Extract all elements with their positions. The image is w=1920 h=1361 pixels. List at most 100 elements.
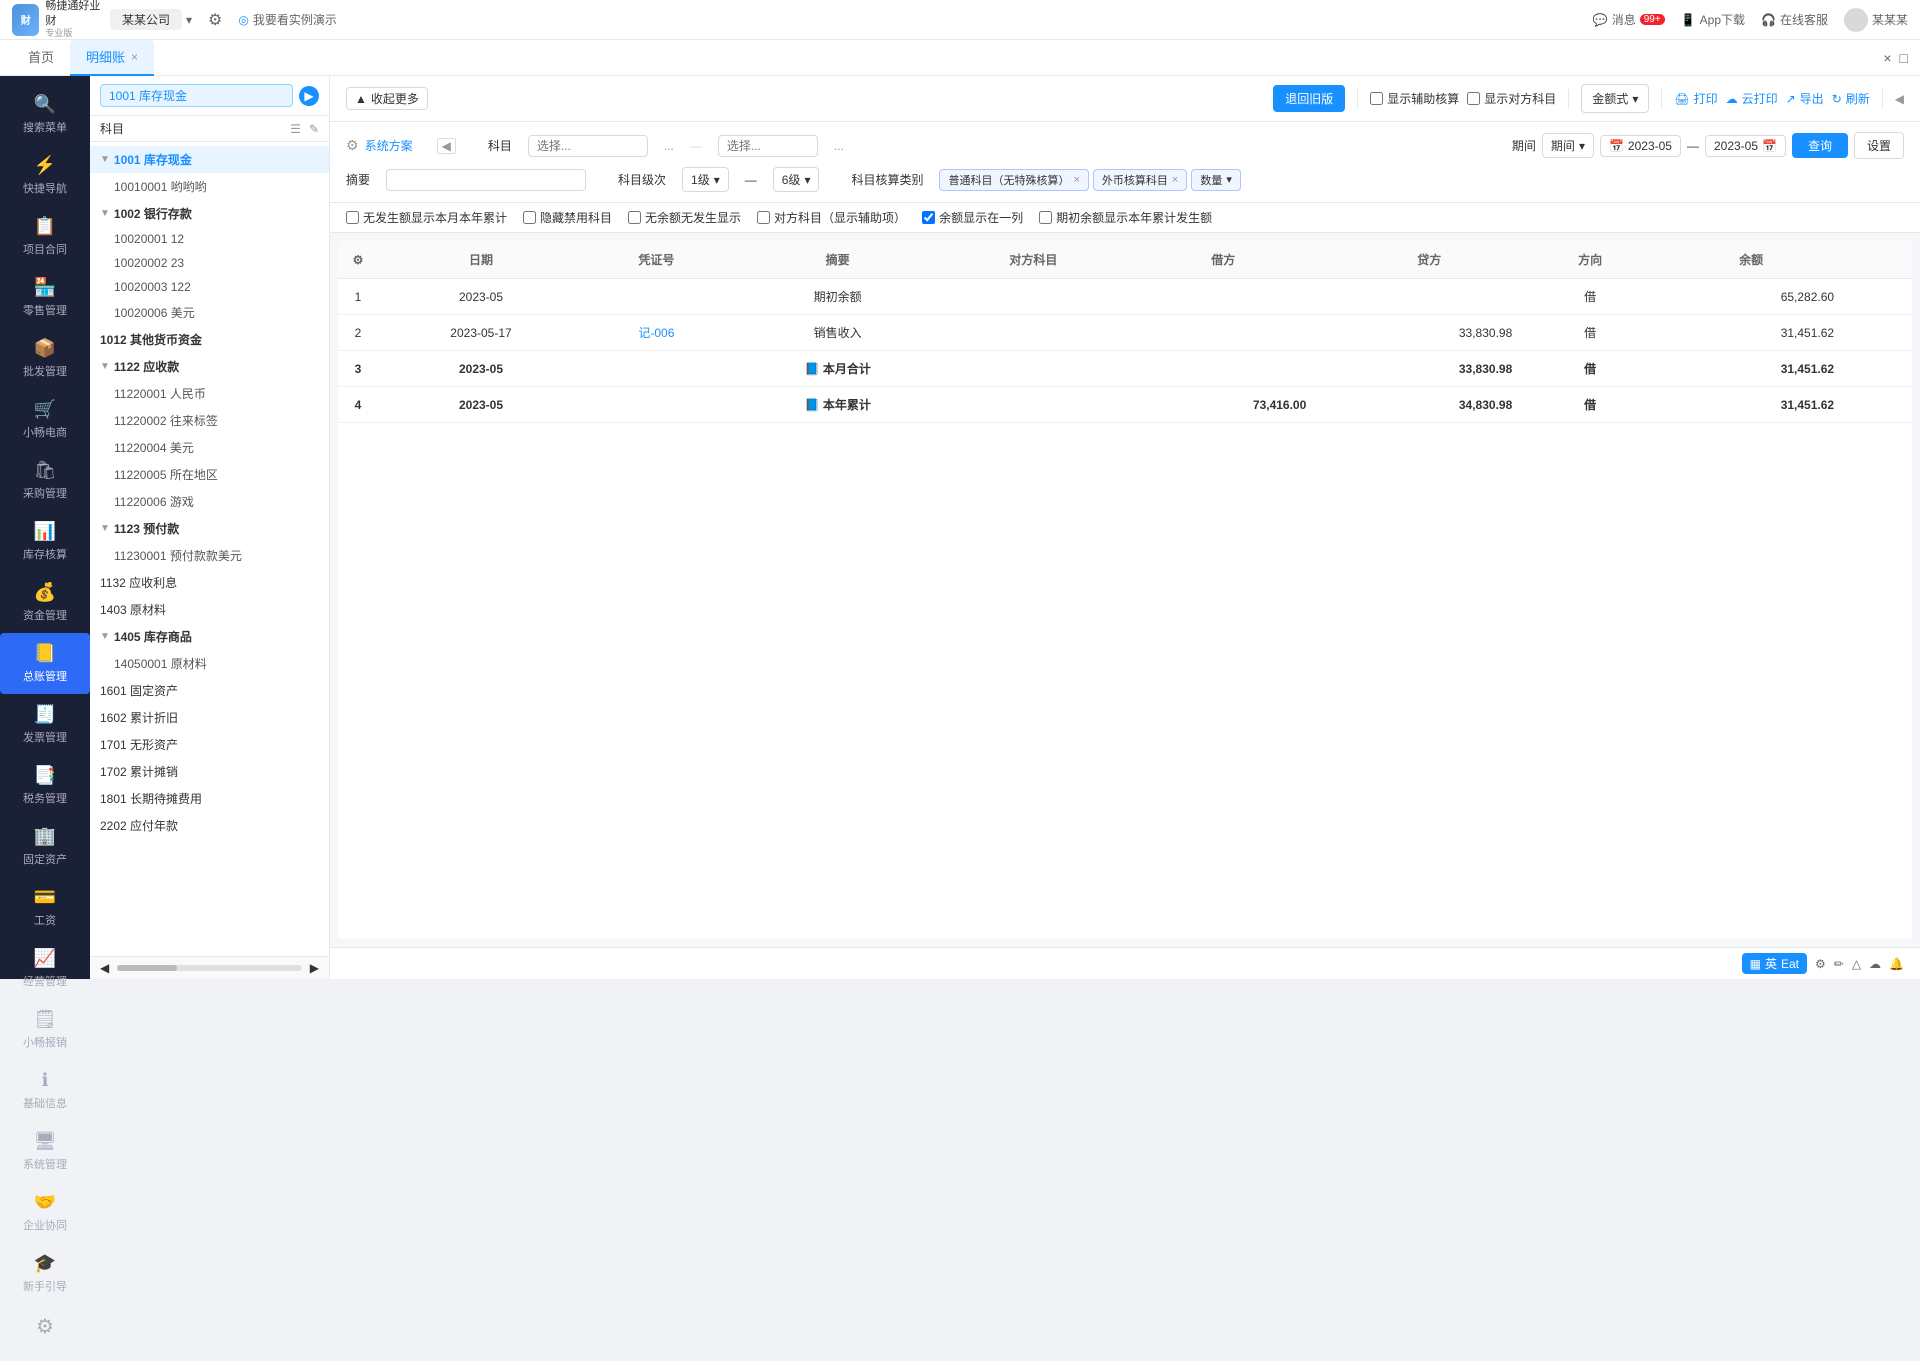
refresh-btn[interactable]: ↻ 刷新 <box>1832 90 1870 107</box>
row-voucher[interactable]: 记-006 <box>584 315 729 351</box>
app-download-btn[interactable]: 📱 App下载 <box>1681 11 1745 28</box>
nav-arrow-btn[interactable]: ▶ <box>299 86 319 106</box>
demo-link[interactable]: ◎ 我要看实例演示 <box>238 11 337 28</box>
sidebar-item-ops[interactable]: 📈 经营管理 <box>0 938 90 999</box>
sidebar-item-inventory[interactable]: 📊 库存核算 <box>0 511 90 572</box>
win-max-btn[interactable]: □ <box>1900 50 1908 66</box>
messages-btn[interactable]: 💬 消息 99+ <box>1593 11 1665 28</box>
print-btn[interactable]: 🖨 打印 <box>1674 90 1717 107</box>
tree-item-10020001[interactable]: 10020001 12 <box>90 227 329 251</box>
period-end-select[interactable]: 2023-05 📅 <box>1705 135 1786 157</box>
sidebar-item-ecommerce[interactable]: 🛒 小畅电商 <box>0 389 90 450</box>
tree-item-1601[interactable]: 1601 固定资产 <box>90 677 329 704</box>
win-close-btn[interactable]: × <box>1883 50 1891 66</box>
show-contra-input[interactable] <box>1467 92 1480 105</box>
summary-input[interactable] <box>386 169 586 191</box>
sidebar-item-assets[interactable]: 🏢 固定资产 <box>0 816 90 877</box>
sidebar-item-settings[interactable]: ⚙ <box>28 1304 62 1349</box>
user-menu[interactable]: 某某某 <box>1844 8 1908 32</box>
period-type-select[interactable]: 期间 ▾ <box>1542 133 1594 158</box>
tree-item-10020002[interactable]: 10020002 23 <box>90 251 329 275</box>
scheme-btn[interactable]: 系统方案 <box>365 137 413 154</box>
current-account-tag[interactable]: 1001 库存现金 <box>100 84 293 107</box>
tree-item-11230001[interactable]: 11230001 预付款款美元 <box>90 542 329 569</box>
sidebar-item-reports[interactable]: 🗒 小畅报销 <box>0 999 90 1060</box>
tree-item-14050001[interactable]: 14050001 原材料 <box>90 650 329 677</box>
option4-checkbox[interactable]: 对方科目（显示辅助项） <box>757 209 906 226</box>
normal-subject-tag[interactable]: 普通科目（无特殊核算） × <box>939 169 1088 191</box>
option3-input[interactable] <box>628 211 641 224</box>
show-aux-checkbox[interactable]: 显示辅助核算 <box>1370 90 1459 107</box>
subject-input-end[interactable] <box>718 135 818 157</box>
bottom-icon5[interactable]: 🔔 <box>1889 957 1904 971</box>
option6-checkbox[interactable]: 期初余额显示本年累计发生额 <box>1039 209 1212 226</box>
query-btn[interactable]: 查询 <box>1792 133 1848 158</box>
tree-item-1701[interactable]: 1701 无形资产 <box>90 731 329 758</box>
option1-input[interactable] <box>346 211 359 224</box>
show-contra-checkbox[interactable]: 显示对方科目 <box>1467 90 1556 107</box>
foreign-tag[interactable]: 外币核算科目 × <box>1093 169 1187 191</box>
option3-checkbox[interactable]: 无余额无发生显示 <box>628 209 741 226</box>
tree-item-11220004[interactable]: 11220004 美元 <box>90 434 329 461</box>
remove-normal-icon[interactable]: × <box>1073 174 1079 186</box>
settings-icon[interactable]: ⚙ <box>208 10 222 30</box>
tree-item-10020003[interactable]: 10020003 122 <box>90 275 329 299</box>
bottom-icon3[interactable]: △ <box>1852 957 1861 971</box>
sidebar-item-quicknav[interactable]: ⚡ 快捷导航 <box>0 145 90 206</box>
tree-list-icon[interactable]: ☰ <box>290 122 301 136</box>
sidebar-item-payroll[interactable]: 💳 工资 <box>0 877 90 938</box>
bottom-icon1[interactable]: ⚙ <box>1815 957 1826 971</box>
tree-item-10010001[interactable]: 10010001 哟哟哟 <box>90 173 329 200</box>
subject-input[interactable] <box>528 135 648 157</box>
sidebar-item-tax[interactable]: 📑 税务管理 <box>0 755 90 816</box>
tree-item-1012[interactable]: 1012 其他货币资金 <box>90 326 329 353</box>
sidebar-item-accounting[interactable]: 📒 总账管理 <box>0 633 90 694</box>
bottom-icon4[interactable]: ☁ <box>1869 957 1881 971</box>
status-btn[interactable]: ▦ 英 Eat <box>1742 953 1807 974</box>
company-dropdown[interactable]: 某某公司 ▾ <box>110 9 192 30</box>
option2-input[interactable] <box>523 211 536 224</box>
tree-item-1001[interactable]: ▼ 1001 库存现金 <box>90 146 329 173</box>
bottom-icon2[interactable]: ✏ <box>1834 957 1844 971</box>
tree-item-11220001[interactable]: 11220001 人民币 <box>90 380 329 407</box>
amount-mode-btn[interactable]: 金额式 ▾ <box>1581 84 1649 113</box>
sidebar-item-basic[interactable]: ℹ 基础信息 <box>0 1060 90 1121</box>
sidebar-item-system[interactable]: 🖥 系统管理 <box>0 1121 90 1182</box>
tree-item-11220006[interactable]: 11220006 游戏 <box>90 488 329 515</box>
tree-item-1405[interactable]: ▼ 1405 库存商品 <box>90 623 329 650</box>
option1-checkbox[interactable]: 无发生额显示本月本年累计 <box>346 209 507 226</box>
tree-item-1801[interactable]: 1801 长期待摊费用 <box>90 785 329 812</box>
return-old-btn[interactable]: 退回旧版 <box>1273 85 1345 112</box>
tree-item-1132[interactable]: 1132 应收利息 <box>90 569 329 596</box>
remove-foreign-icon[interactable]: × <box>1172 174 1178 186</box>
cloud-print-btn[interactable]: ☁ 云打印 <box>1726 90 1778 107</box>
option5-checkbox[interactable]: 余额显示在一列 <box>922 209 1023 226</box>
filter-settings-btn[interactable]: 设置 <box>1854 132 1904 159</box>
option6-input[interactable] <box>1039 211 1052 224</box>
sidebar-item-coop[interactable]: 🤝 企业协同 <box>0 1182 90 1243</box>
option5-input[interactable] <box>922 211 935 224</box>
collapse-more-btn[interactable]: ▲ 收起更多 <box>346 87 428 110</box>
sidebar-item-search[interactable]: 🔍 搜索菜单 <box>0 84 90 145</box>
sidebar-item-wholesale[interactable]: 📦 批发管理 <box>0 328 90 389</box>
sidebar-item-purchase[interactable]: 🛍 采购管理 <box>0 450 90 511</box>
level-start-select[interactable]: 1级 ▾ <box>682 167 729 192</box>
level-end-select[interactable]: 6级 ▾ <box>773 167 820 192</box>
tab-ledger[interactable]: 明细账 × <box>70 40 154 76</box>
sidebar-item-invoice[interactable]: 🧾 发票管理 <box>0 694 90 755</box>
export-btn[interactable]: ↗ 导出 <box>1786 90 1824 107</box>
tree-item-11220002[interactable]: 11220002 往来标签 <box>90 407 329 434</box>
tab-close-icon[interactable]: × <box>131 50 138 64</box>
tree-item-1002[interactable]: ▼ 1002 银行存款 <box>90 200 329 227</box>
scroll-right-icon[interactable]: ▶ <box>310 961 319 975</box>
tree-item-1122[interactable]: ▼ 1122 应收款 <box>90 353 329 380</box>
tab-home[interactable]: 首页 <box>12 40 70 76</box>
sidebar-item-capital[interactable]: 💰 资金管理 <box>0 572 90 633</box>
tree-item-2202[interactable]: 2202 应付年款 <box>90 812 329 839</box>
tree-item-10020006[interactable]: 10020006 美元 <box>90 299 329 326</box>
gear-col-icon[interactable]: ⚙ <box>353 253 364 267</box>
tree-item-1602[interactable]: 1602 累计折旧 <box>90 704 329 731</box>
scroll-left-icon[interactable]: ◀ <box>100 961 109 975</box>
sidebar-item-guide[interactable]: 🎓 新手引导 <box>0 1243 90 1304</box>
tree-scrollbar[interactable]: ◀ ▶ <box>90 956 329 979</box>
